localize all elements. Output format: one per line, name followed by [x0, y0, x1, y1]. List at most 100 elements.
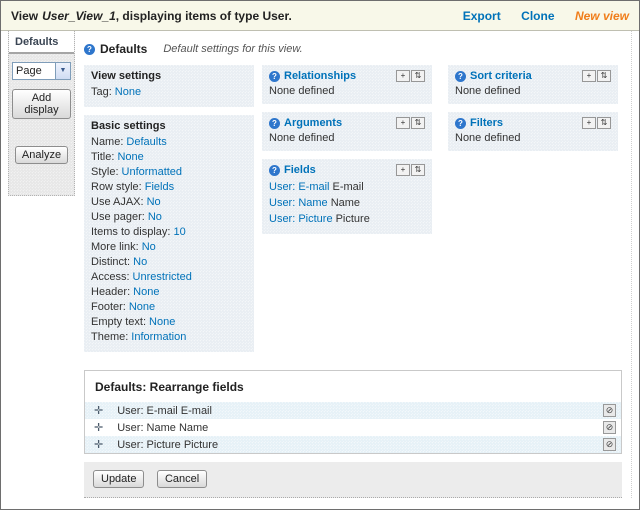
setting-label: Theme:	[91, 331, 129, 343]
view-settings-title: View settings	[91, 70, 162, 82]
help-icon[interactable]: ?	[455, 117, 466, 129]
help-icon[interactable]: ?	[269, 117, 280, 129]
new-view-link[interactable]: New view	[575, 9, 629, 23]
fields-link[interactable]: Fields	[284, 164, 395, 176]
drag-handle-icon[interactable]: ✛	[94, 404, 103, 417]
add-button[interactable]: +	[396, 117, 410, 129]
setting-value-link[interactable]: None	[129, 301, 155, 313]
setting-value-link[interactable]: None	[133, 286, 159, 298]
sort-criteria-link[interactable]: Sort criteria	[470, 70, 581, 82]
field-item: User: Name Name	[269, 195, 425, 211]
setting-label: Distinct:	[91, 256, 131, 268]
setting-row: Use pager: No	[91, 210, 247, 225]
filters-box: ? Filters + ⇅ None defined	[448, 112, 618, 151]
add-display-button[interactable]: Add display	[12, 89, 71, 119]
sort-criteria-empty-text: None defined	[455, 85, 521, 97]
filters-actions: + ⇅	[581, 117, 611, 129]
rearrange-button[interactable]: ⇅	[411, 70, 425, 82]
display-type-select[interactable]: Page ▼	[12, 62, 71, 80]
page-title: View User_View_1, displaying items of typ…	[11, 9, 447, 23]
filters-header: ? Filters + ⇅	[455, 117, 611, 129]
rearrange-button[interactable]: ⇅	[597, 117, 611, 129]
setting-row: Items to display: 10	[91, 225, 247, 240]
remove-field-button[interactable]: ⊘	[603, 438, 616, 451]
analyze-button[interactable]: Analyze	[14, 146, 69, 164]
setting-value-link[interactable]: None	[115, 86, 141, 98]
header-links: Export Clone New view	[447, 7, 629, 25]
rearrange-fields-panel: Defaults: Rearrange fields ✛ User: E-mai…	[84, 370, 622, 454]
setting-value-link[interactable]: Unrestricted	[133, 271, 192, 283]
remove-field-button[interactable]: ⊘	[603, 421, 616, 434]
rearrange-row: ✛ User: Picture Picture ⊘	[85, 436, 621, 453]
setting-value-link[interactable]: No	[148, 211, 162, 223]
relationships-actions: + ⇅	[395, 70, 425, 82]
clone-link[interactable]: Clone	[521, 9, 554, 23]
relationships-header: ? Relationships + ⇅	[269, 70, 425, 82]
setting-value-link[interactable]: 10	[173, 226, 185, 238]
settings-columns: View settings Tag: None Basic settings Na…	[84, 65, 622, 360]
arguments-link[interactable]: Arguments	[284, 117, 395, 129]
field-item: User: Picture Picture	[269, 211, 425, 227]
setting-value-link[interactable]: Information	[131, 331, 186, 343]
rearrange-button[interactable]: ⇅	[597, 70, 611, 82]
fields-actions: + ⇅	[395, 164, 425, 176]
setting-row: Use AJAX: No	[91, 195, 247, 210]
content-header: ? Defaults Default settings for this vie…	[84, 42, 622, 56]
setting-value-link[interactable]: None	[117, 151, 143, 163]
rearrange-button[interactable]: ⇅	[411, 117, 425, 129]
sort-criteria-actions: + ⇅	[581, 70, 611, 82]
setting-row: Distinct: No	[91, 255, 247, 270]
relationships-empty-text: None defined	[269, 85, 335, 97]
help-icon[interactable]: ?	[269, 164, 280, 176]
field-link[interactable]: User: Name	[269, 197, 328, 209]
fields-box: ? Fields + ⇅ User: E-mail E-mail User: Na…	[262, 159, 432, 234]
content-header-description: Default settings for this view.	[163, 43, 303, 55]
filters-link[interactable]: Filters	[470, 117, 581, 129]
update-button[interactable]: Update	[93, 470, 145, 488]
setting-value-link[interactable]: No	[142, 241, 156, 253]
relationships-box: ? Relationships + ⇅ None defined	[262, 65, 432, 104]
sidebar-controls: Page ▼ Add display Analyze	[9, 54, 74, 174]
setting-label: Title:	[91, 151, 115, 163]
field-link[interactable]: User: E-mail	[269, 181, 330, 193]
add-button[interactable]: +	[582, 70, 596, 82]
help-icon[interactable]: ?	[84, 43, 95, 55]
setting-value-link[interactable]: None	[149, 316, 175, 328]
setting-value-link[interactable]: Unformatted	[122, 166, 183, 178]
export-link[interactable]: Export	[463, 9, 501, 23]
help-icon[interactable]: ?	[269, 70, 280, 82]
remove-field-button[interactable]: ⊘	[603, 404, 616, 417]
setting-value-link[interactable]: Defaults	[126, 136, 166, 148]
setting-row: Title: None	[91, 150, 247, 165]
column-1: View settings Tag: None Basic settings Na…	[84, 65, 254, 360]
add-button[interactable]: +	[582, 117, 596, 129]
setting-value-link[interactable]: No	[147, 196, 161, 208]
field-item: User: E-mail E-mail	[269, 179, 425, 195]
drag-handle-icon[interactable]: ✛	[94, 421, 103, 434]
rearrange-row: ✛ User: Name Name ⊘	[85, 419, 621, 436]
setting-value-link[interactable]: No	[133, 256, 147, 268]
setting-row: Theme: Information	[91, 330, 247, 345]
add-button[interactable]: +	[396, 164, 410, 176]
sort-criteria-box: ? Sort criteria + ⇅ None defined	[448, 65, 618, 104]
title-prefix: View	[11, 8, 39, 23]
tab-defaults[interactable]: Defaults	[9, 31, 74, 54]
view-settings-box: View settings Tag: None	[84, 65, 254, 107]
setting-value-link[interactable]: Fields	[145, 181, 174, 193]
setting-label: Style:	[91, 166, 119, 178]
view-header-bar: View User_View_1, displaying items of typ…	[1, 1, 639, 31]
setting-row: More link: No	[91, 240, 247, 255]
setting-label: Access:	[91, 271, 130, 283]
setting-row: Row style: Fields	[91, 180, 247, 195]
relationships-link[interactable]: Relationships	[284, 70, 395, 82]
setting-row: Name: Defaults	[91, 135, 247, 150]
drag-handle-icon[interactable]: ✛	[94, 438, 103, 451]
cancel-button[interactable]: Cancel	[156, 470, 208, 488]
help-icon[interactable]: ?	[455, 70, 466, 82]
add-button[interactable]: +	[396, 70, 410, 82]
field-link[interactable]: User: Picture	[269, 213, 333, 225]
title-suffix: , displaying items of type User.	[115, 8, 292, 23]
view-name: User_View_1	[42, 8, 116, 23]
rearrange-button[interactable]: ⇅	[411, 164, 425, 176]
setting-row: Tag: None	[91, 85, 247, 100]
